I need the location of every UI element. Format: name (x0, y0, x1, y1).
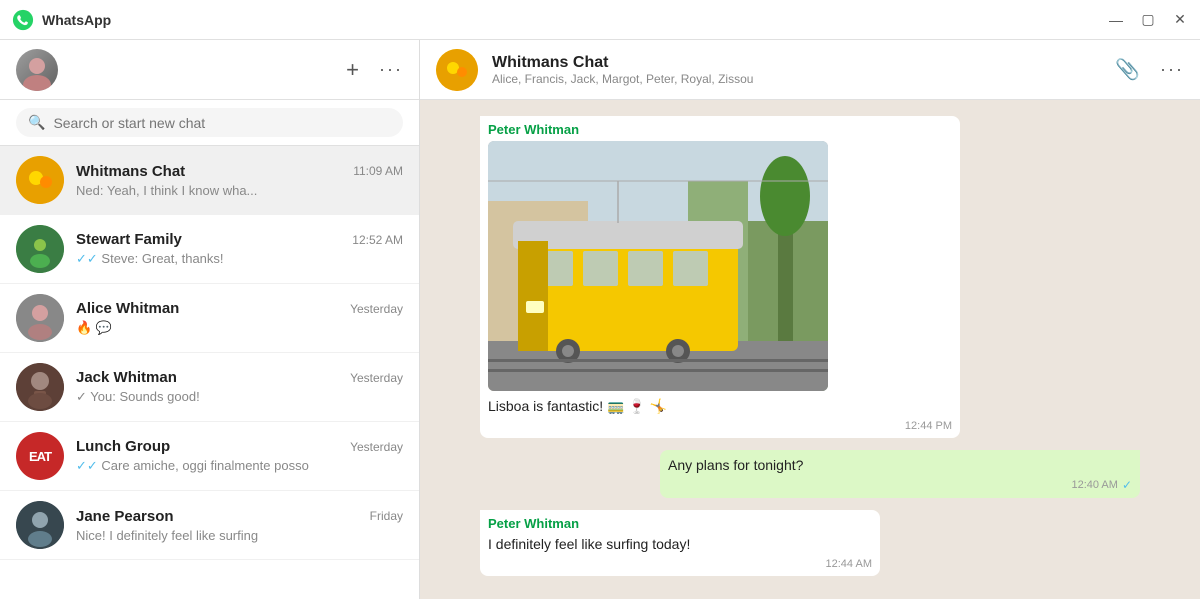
chat-menu-button[interactable]: ··· (1160, 59, 1184, 80)
chat-item-alice[interactable]: Alice Whitman Yesterday 🔥 💬 (0, 284, 419, 353)
chat-time-whitmans: 11:09 AM (353, 164, 403, 178)
messages-area: Peter Whitman (420, 100, 1200, 599)
menu-button[interactable]: ··· (379, 59, 403, 80)
chat-info-jane: Jane Pearson Friday Nice! I definitely f… (76, 508, 403, 543)
tick-icon-stewart: ✓✓ (76, 251, 98, 266)
sidebar-header: + ··· (0, 40, 419, 100)
chat-header-info: Whitmans Chat Alice, Francis, Jack, Marg… (492, 54, 1101, 86)
chat-info-alice: Alice Whitman Yesterday 🔥 💬 (76, 300, 403, 336)
titlebar: WhatsApp — ▢ ✕ (0, 0, 1200, 40)
msg-meta-1: 12:44 PM (488, 420, 952, 432)
window-controls: — ▢ ✕ (1108, 12, 1188, 28)
chat-name-jack: Jack Whitman (76, 369, 177, 386)
chat-item-jane[interactable]: Jane Pearson Friday Nice! I definitely f… (0, 491, 419, 560)
msg-time-3: 12:44 AM (826, 558, 872, 570)
chat-list: Whitmans Chat 11:09 AM Ned: Yeah, I thin… (0, 146, 419, 599)
chat-area: Whitmans Chat Alice, Francis, Jack, Marg… (420, 40, 1200, 599)
chat-info-whitmans: Whitmans Chat 11:09 AM Ned: Yeah, I thin… (76, 163, 403, 198)
chat-name-stewart: Stewart Family (76, 231, 182, 248)
chat-name-lunch: Lunch Group (76, 438, 170, 455)
chat-preview-stewart: ✓✓ Steve: Great, thanks! (76, 251, 403, 267)
chat-time-stewart: 12:52 AM (352, 233, 403, 247)
chat-info-jack: Jack Whitman Yesterday ✓ You: Sounds goo… (76, 369, 403, 405)
avatar-stewart (16, 225, 64, 273)
chat-time-jane: Friday (370, 509, 403, 523)
msg-image-1 (488, 141, 828, 391)
chat-time-alice: Yesterday (350, 302, 403, 316)
msg-meta-3: 12:44 AM (488, 558, 872, 570)
message-1: Peter Whitman (480, 116, 960, 438)
chat-time-jack: Yesterday (350, 371, 403, 385)
avatar-alice (16, 294, 64, 342)
search-bar: 🔍 (0, 100, 419, 146)
sidebar-actions: + ··· (346, 57, 403, 83)
chat-header: Whitmans Chat Alice, Francis, Jack, Marg… (420, 40, 1200, 100)
chat-item-jack[interactable]: Jack Whitman Yesterday ✓ You: Sounds goo… (0, 353, 419, 422)
message-3: Peter Whitman I definitely feel like sur… (480, 510, 880, 576)
chat-preview-jack: ✓ You: Sounds good! (76, 389, 403, 405)
chat-info-lunch: Lunch Group Yesterday ✓✓ Care amiche, og… (76, 438, 403, 474)
msg-meta-2: 12:40 AM ✓ (668, 478, 1132, 492)
avatar-jane (16, 501, 64, 549)
avatar-jack (16, 363, 64, 411)
msg-time-1: 12:44 PM (905, 420, 952, 432)
attach-button[interactable]: 📎 (1115, 57, 1140, 82)
chat-header-name: Whitmans Chat (492, 54, 1101, 72)
tick-icon-lunch: ✓✓ (76, 458, 98, 473)
msg-sender-1: Peter Whitman (488, 122, 952, 137)
app-title: WhatsApp (42, 12, 1108, 28)
sidebar: + ··· 🔍 (0, 40, 420, 599)
search-wrap[interactable]: 🔍 (16, 108, 403, 137)
new-chat-button[interactable]: + (346, 57, 359, 83)
chat-preview-lunch: ✓✓ Care amiche, oggi finalmente posso (76, 458, 403, 474)
message-2: Any plans for tonight? 12:40 AM ✓ (660, 450, 1140, 499)
chat-item-stewart[interactable]: Stewart Family 12:52 AM ✓✓ Steve: Great,… (0, 215, 419, 284)
msg-sender-3: Peter Whitman (488, 516, 872, 531)
chat-name-jane: Jane Pearson (76, 508, 174, 525)
close-button[interactable]: ✕ (1172, 12, 1188, 28)
main-layout: + ··· 🔍 (0, 40, 1200, 599)
avatar-lunch: EAT (16, 432, 64, 480)
search-input[interactable] (53, 115, 391, 131)
chat-time-lunch: Yesterday (350, 440, 403, 454)
chat-preview-jane: Nice! I definitely feel like surfing (76, 528, 403, 543)
search-icon: 🔍 (28, 114, 45, 131)
minimize-button[interactable]: — (1108, 12, 1124, 28)
msg-text-2: Any plans for tonight? (668, 456, 1132, 476)
chat-name-alice: Alice Whitman (76, 300, 179, 317)
my-avatar[interactable] (16, 49, 58, 91)
chat-name-whitmans: Whitmans Chat (76, 163, 185, 180)
chat-header-actions: 📎 ··· (1115, 57, 1184, 82)
msg-time-2: 12:40 AM (1071, 479, 1117, 491)
chat-header-avatar[interactable] (436, 49, 478, 91)
chat-info-stewart: Stewart Family 12:52 AM ✓✓ Steve: Great,… (76, 231, 403, 267)
whatsapp-logo-icon (12, 9, 34, 31)
tick-icon-jack: ✓ (76, 389, 87, 404)
maximize-button[interactable]: ▢ (1140, 12, 1156, 28)
msg-tick-2: ✓ (1122, 478, 1132, 492)
msg-text-1: Lisboa is fantastic! 🚃 🍷 🤸 (488, 397, 952, 417)
chat-item-lunch[interactable]: EAT Lunch Group Yesterday ✓✓ Care amiche… (0, 422, 419, 491)
chat-header-members: Alice, Francis, Jack, Margot, Peter, Roy… (492, 72, 1101, 86)
msg-text-3: I definitely feel like surfing today! (488, 535, 872, 555)
avatar-whitmans (16, 156, 64, 204)
chat-preview-alice: 🔥 💬 (76, 320, 403, 336)
chat-preview-whitmans: Ned: Yeah, I think I know wha... (76, 183, 403, 198)
chat-item-whitmans[interactable]: Whitmans Chat 11:09 AM Ned: Yeah, I thin… (0, 146, 419, 215)
